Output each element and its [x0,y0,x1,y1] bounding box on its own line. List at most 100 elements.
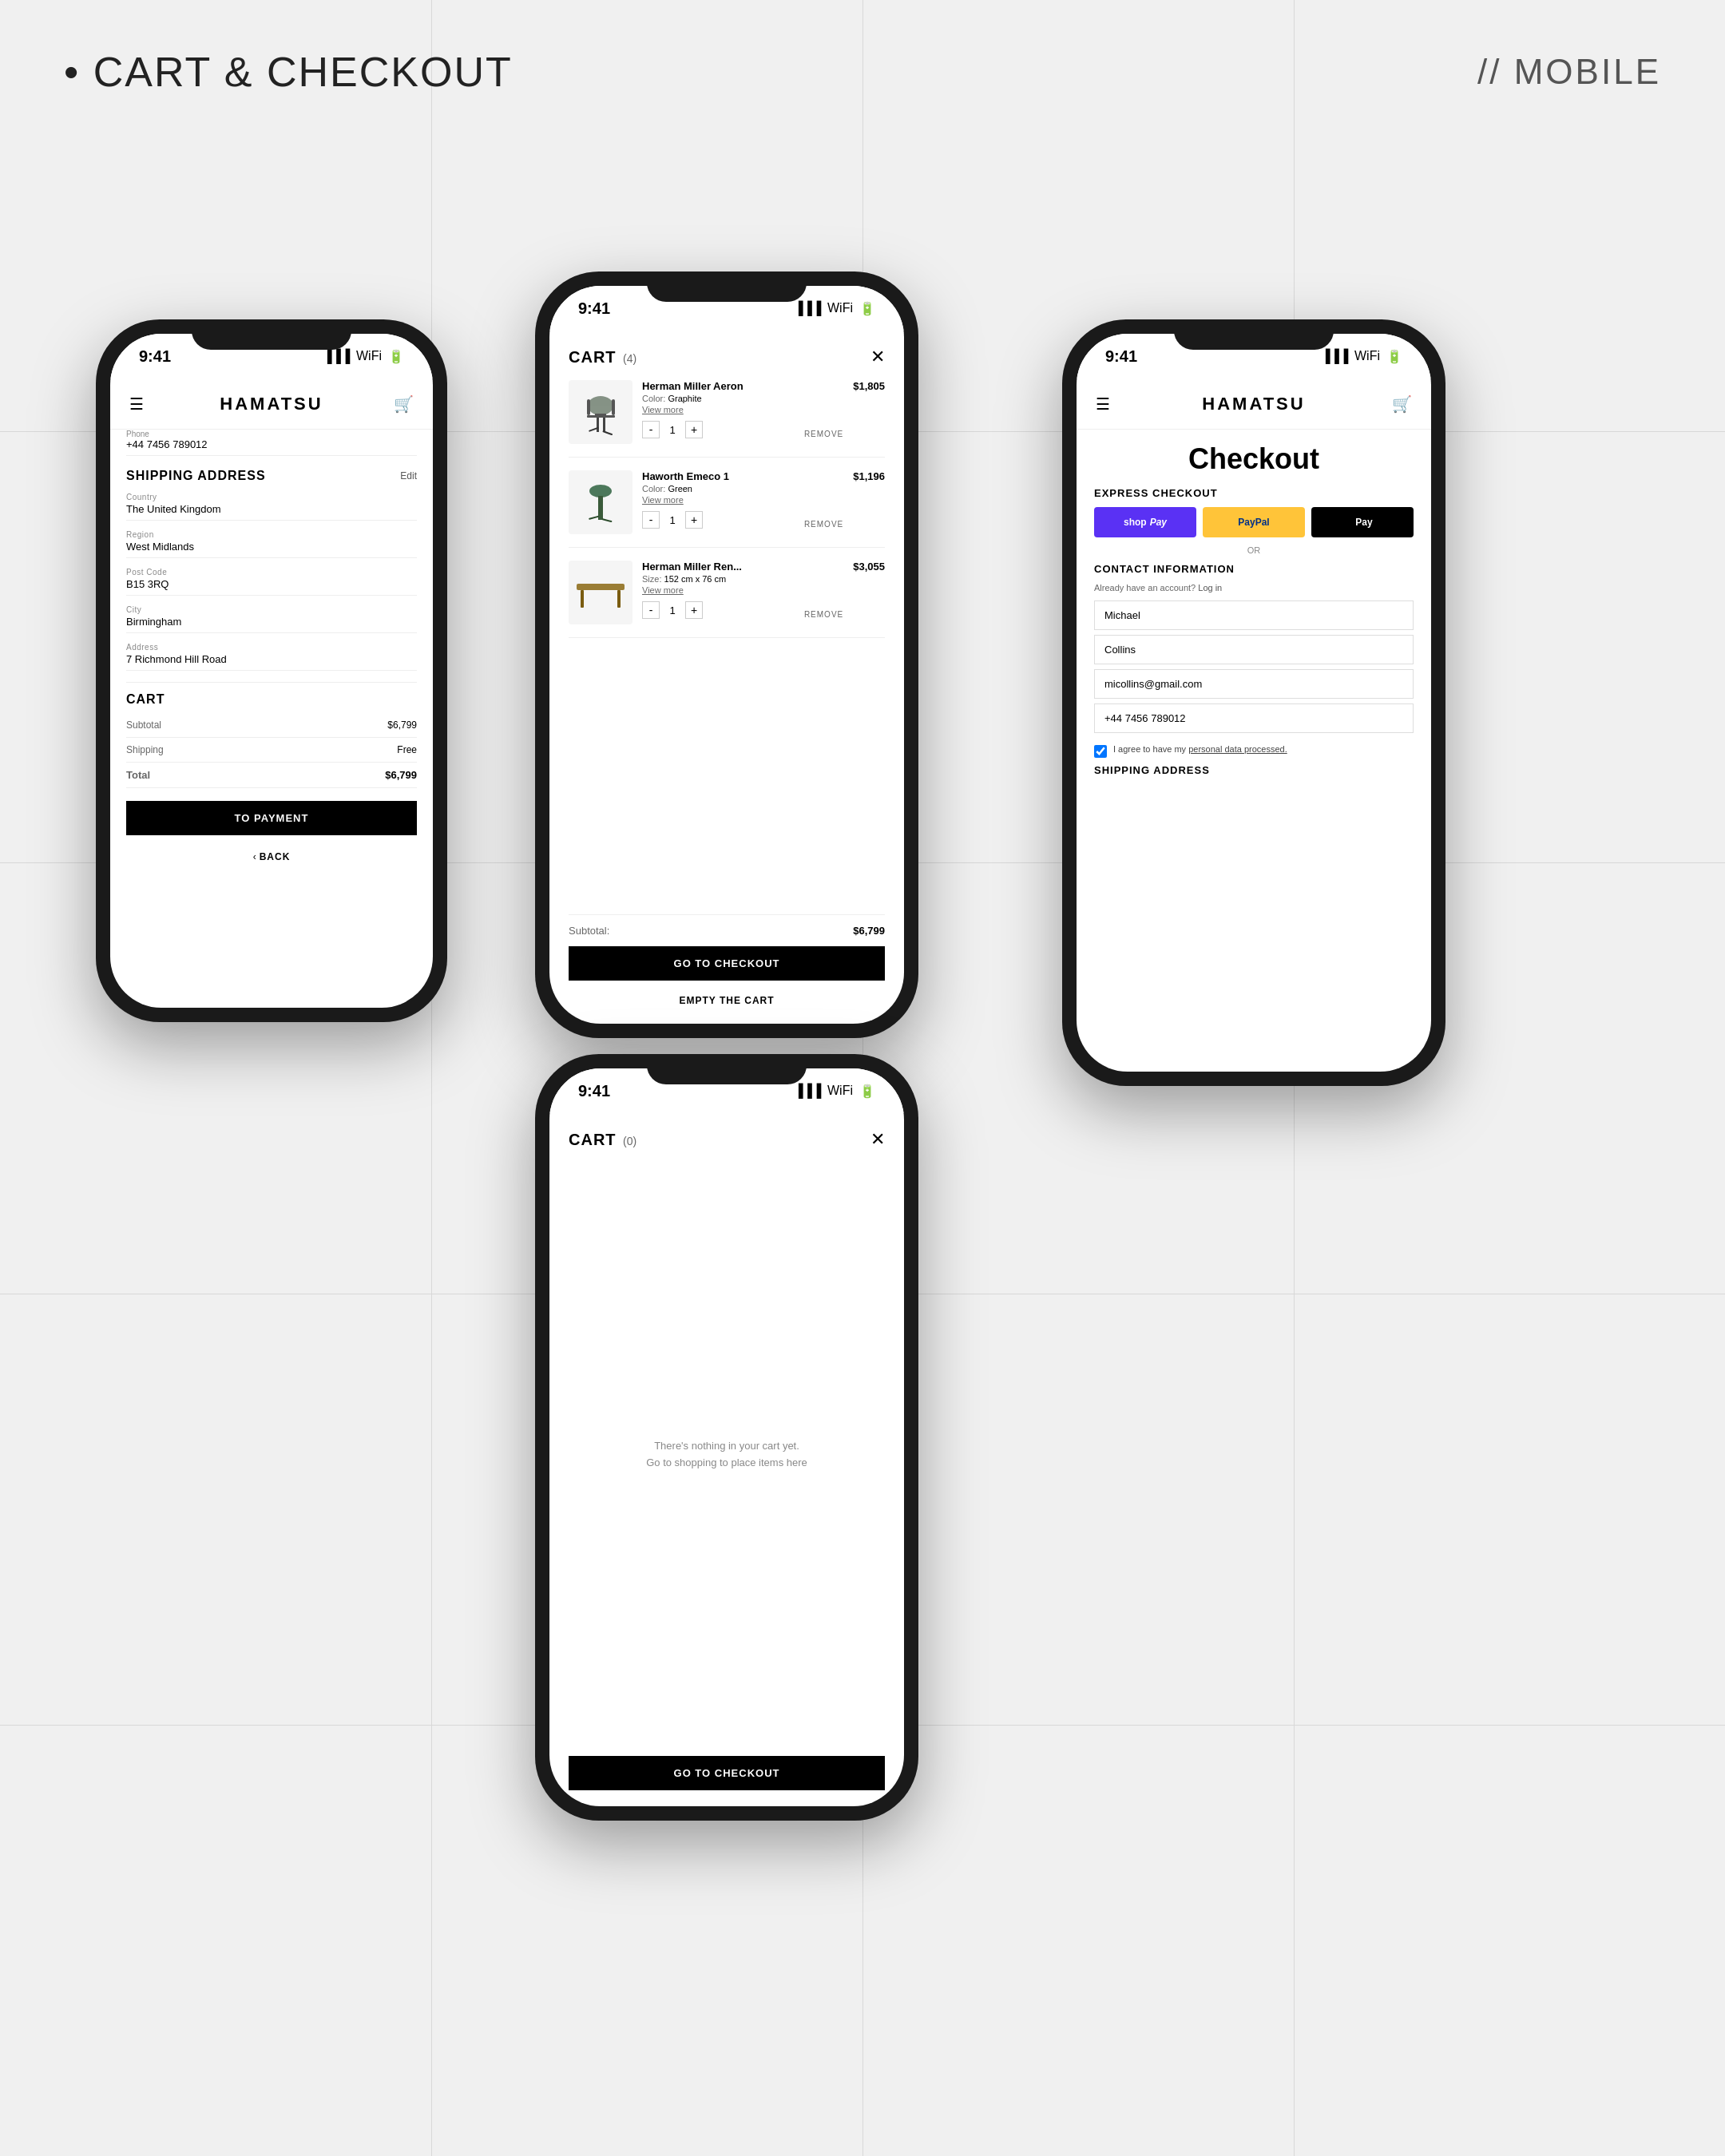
menu-icon[interactable]: ☰ [1096,394,1121,414]
shipping-address-title: SHIPPING ADDRESS [126,469,266,483]
cart-item-image [569,470,632,534]
shop-pay-label: shop [1124,517,1147,528]
address-label: Address [126,643,417,652]
edit-address-link[interactable]: Edit [400,470,417,482]
data-consent-row: I agree to have my personal data process… [1094,744,1414,758]
subtotal-row: Subtotal $6,799 [126,713,417,738]
quantity-control: - 1 + [642,421,703,438]
quantity-control: - 1 + [642,511,703,529]
first-name-field[interactable] [1094,600,1414,630]
log-in-link[interactable]: Log in [1198,583,1222,593]
status-time: 9:41 [1105,347,1137,366]
svg-rect-13 [577,584,625,590]
express-checkout-label: EXPRESS CHECKOUT [1094,487,1414,499]
to-payment-button[interactable]: TO PAYMENT [126,801,417,835]
back-button[interactable]: ‹ BACK [126,842,417,872]
data-consent-checkbox[interactable] [1094,745,1107,758]
cart-header: CART (4) ✕ [569,347,885,367]
svg-point-9 [589,485,612,497]
postcode-value: B15 3RQ [126,578,417,596]
shop-pay-button[interactable]: shop Pay [1094,507,1196,537]
remove-button[interactable]: REMOVE [804,430,843,438]
cart-footer: GO TO CHECKOUT [569,1746,885,1806]
phone-field[interactable] [1094,703,1414,733]
cart-item-image [569,561,632,624]
region-value: West Midlands [126,541,417,558]
phone-inner: 9:41 ▐▐▐ WiFi 🔋 ☰ HAMATSU 🛒 Phone +44 74… [110,334,433,1008]
svg-point-0 [588,396,613,415]
city-label: City [126,605,417,614]
remove-button[interactable]: REMOVE [804,520,843,529]
wifi-icon: WiFi [356,349,382,363]
menu-icon[interactable]: ☰ [129,394,155,414]
checkout-title: Checkout [1094,442,1414,476]
qty-increase[interactable]: + [685,511,703,529]
chair-icon [579,388,623,436]
go-to-checkout-button[interactable]: GO TO CHECKOUT [569,1756,885,1790]
phone-field-group: Phone +44 7456 789012 [126,430,417,456]
phone-cart-empty: 9:41 ▐▐▐ WiFi 🔋 CART (0) ✕ There's not [535,1054,918,1821]
view-more-link[interactable]: View more [642,405,843,414]
close-button[interactable]: ✕ [870,1129,885,1150]
phone-field-label: Phone [126,430,417,438]
svg-rect-10 [598,496,603,520]
country-field: Country The United Kingdom [126,493,417,521]
wifi-icon: WiFi [827,301,853,315]
qty-decrease[interactable]: - [642,421,660,438]
status-icons: ▐▐▐ WiFi 🔋 [1321,349,1402,364]
phone-inner: 9:41 ▐▐▐ WiFi 🔋 ☰ HAMATSU 🛒 Checkout EXP… [1077,334,1431,1072]
cart-item-image [569,380,632,444]
phone-notch [647,271,807,302]
cart-item-attr: Color: Graphite [642,394,843,403]
cart-icon[interactable]: 🛒 [388,394,414,414]
postcode-label: Post Code [126,568,417,577]
svg-rect-3 [597,418,599,432]
remove-button[interactable]: REMOVE [804,610,843,619]
checkout-content: Checkout EXPRESS CHECKOUT shop Pay PayPa… [1077,430,1431,1072]
cart-icon[interactable]: 🛒 [1386,394,1412,414]
qty-increase[interactable]: + [685,421,703,438]
cart-footer: Subtotal: $6,799 GO TO CHECKOUT EMPTY TH… [569,914,885,1024]
subtotal-value: $6,799 [853,925,885,937]
last-name-field[interactable] [1094,635,1414,664]
svg-rect-8 [612,399,615,415]
phone-content: CART (4) ✕ [549,331,904,1024]
contact-info-label: CONTACT INFORMATION [1094,563,1414,575]
qty-decrease[interactable]: - [642,601,660,619]
total-value: $6,799 [385,769,417,781]
subtotal-label: Subtotal: [569,925,609,937]
paypal-label: PayPal [1238,517,1269,528]
svg-rect-2 [587,415,615,418]
phone-shipping: 9:41 ▐▐▐ WiFi 🔋 ☰ HAMATSU 🛒 Phone +44 74… [96,319,447,1022]
nav-bar: ☰ HAMATSU 🛒 [1077,378,1431,430]
cart-summary-title: CART [126,683,417,713]
email-field[interactable] [1094,669,1414,699]
phone-notch [647,1054,807,1084]
city-field: City Birmingham [126,605,417,633]
region-label: Region [126,530,417,539]
view-more-link[interactable]: View more [642,585,843,595]
qty-value: 1 [666,604,679,616]
close-button[interactable]: ✕ [870,347,885,367]
cart-panel: CART (4) ✕ [549,331,904,1024]
empty-cart-button[interactable]: EMPTY THE CART [569,987,885,1014]
apple-pay-button[interactable]: Pay [1311,507,1414,537]
view-more-link[interactable]: View more [642,495,843,505]
cart-item: Herman Miller Ren... Size: 152 cm x 76 c… [569,561,885,638]
phone-field-value: +44 7456 789012 [126,438,417,456]
paypal-button[interactable]: PayPal [1203,507,1305,537]
qty-value: 1 [666,514,679,526]
contact-subtitle: Already have an account? Log in [1094,583,1414,593]
qty-decrease[interactable]: - [642,511,660,529]
subtotal-row: Subtotal: $6,799 [569,925,885,937]
status-icons: ▐▐▐ WiFi 🔋 [794,1084,875,1099]
personal-data-link[interactable]: personal data processed. [1188,744,1287,754]
svg-rect-15 [617,590,621,608]
subtotal-value: $6,799 [387,719,417,731]
stool-icon [581,477,621,529]
cart-item-attr: Size: 152 cm x 76 cm [642,574,843,584]
status-time: 9:41 [578,1082,610,1100]
go-to-checkout-button[interactable]: GO TO CHECKOUT [569,946,885,981]
qty-increase[interactable]: + [685,601,703,619]
svg-rect-11 [589,515,599,519]
